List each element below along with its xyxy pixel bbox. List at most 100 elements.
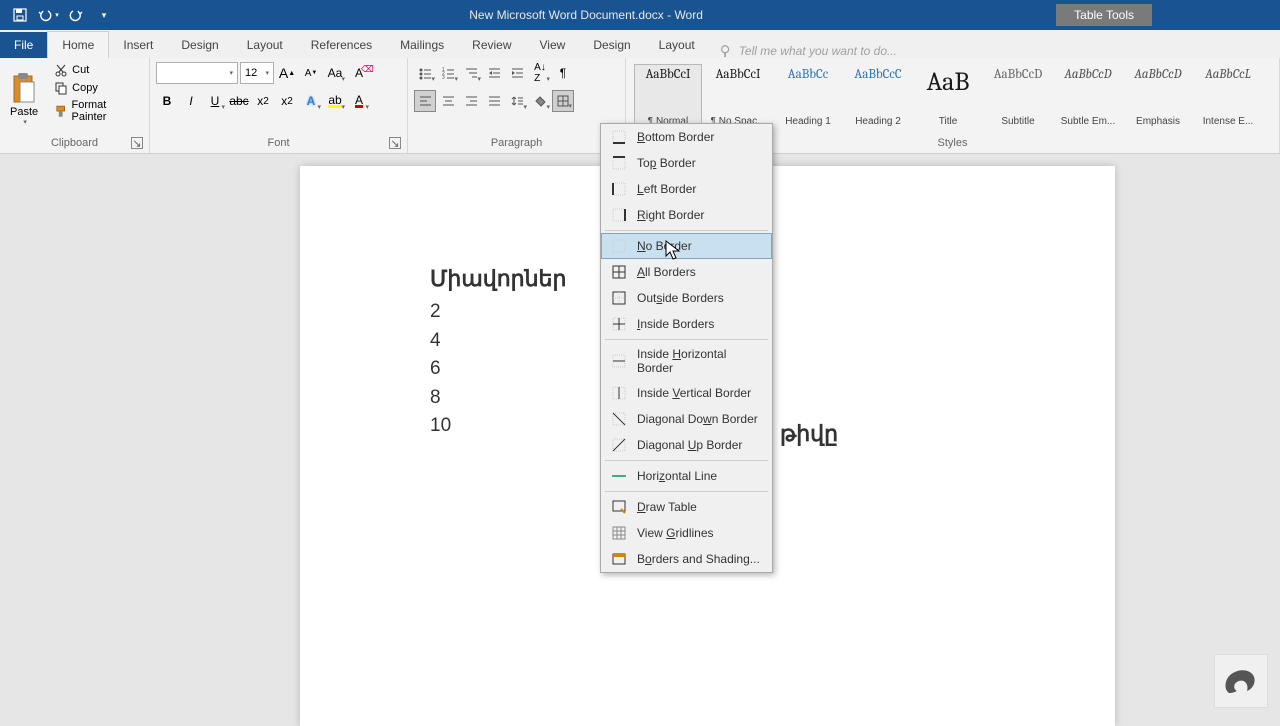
decrease-indent-icon[interactable] <box>483 62 505 84</box>
line-spacing-icon[interactable] <box>506 90 528 112</box>
subscript-icon[interactable]: x2 <box>252 90 274 112</box>
menu-item-label: Draw Table <box>637 500 697 514</box>
increase-indent-icon[interactable] <box>506 62 528 84</box>
highlight-color-icon[interactable]: ab <box>324 90 346 112</box>
menu-separator <box>605 230 768 231</box>
tab-references[interactable]: References <box>297 32 386 58</box>
menu-item-label: Top Border <box>637 156 696 170</box>
style-item[interactable]: AaBbCcL Intense E... <box>1194 64 1262 130</box>
tab-review[interactable]: Review <box>458 32 525 58</box>
borders-menu-item[interactable]: Inside Horizontal Border <box>601 342 772 380</box>
tell-me-search[interactable]: Tell me what you want to do... <box>709 44 1280 58</box>
style-item[interactable]: AaBbCcCHeading 2 <box>844 64 912 130</box>
italic-icon[interactable]: I <box>180 90 202 112</box>
clipboard-group-label: Clipboard <box>51 137 98 149</box>
sort-icon[interactable]: A↓Z <box>529 62 551 84</box>
style-item[interactable]: AaBbCcHeading 1 <box>774 64 842 130</box>
borders-menu-item[interactable]: Bottom Border <box>601 124 772 150</box>
strikethrough-icon[interactable]: abc <box>228 90 250 112</box>
align-left-icon[interactable] <box>414 90 436 112</box>
borders-menu-item[interactable]: Diagonal Up Border <box>601 432 772 458</box>
table-header-fragment[interactable]: թիվը <box>780 421 838 447</box>
tab-view[interactable]: View <box>526 32 580 58</box>
qat-customize-icon[interactable]: ▾ <box>92 3 116 27</box>
borders-menu-item[interactable]: All Borders <box>601 259 772 285</box>
redo-icon[interactable] <box>64 3 88 27</box>
style-item[interactable]: AaBTitle <box>914 64 982 130</box>
borders-menu-item[interactable]: View Gridlines <box>601 520 772 546</box>
font-size-combo[interactable]: 12▾ <box>240 62 274 84</box>
borders-split-button[interactable] <box>552 90 574 112</box>
style-item[interactable]: AaBbCcDSubtitle <box>984 64 1052 130</box>
menu-separator <box>605 460 768 461</box>
tab-layout[interactable]: Layout <box>233 32 297 58</box>
cut-button[interactable]: Cut <box>52 62 143 78</box>
styles-group-label: Styles <box>938 137 968 149</box>
style-item[interactable]: AaBbCcI¶ Normal <box>634 64 702 130</box>
ribbon-tabs: File Home Insert Design Layout Reference… <box>0 30 1280 58</box>
style-name: Intense E... <box>1203 116 1254 127</box>
borders-menu-item[interactable]: Left Border <box>601 176 772 202</box>
menu-item-label: No Border <box>637 239 692 253</box>
menu-item-label: Horizontal Line <box>637 469 717 483</box>
tab-file[interactable]: File <box>0 32 47 58</box>
numbering-icon[interactable]: 123 <box>437 62 459 84</box>
cut-label: Cut <box>72 64 89 76</box>
bold-icon[interactable]: B <box>156 90 178 112</box>
titlebar: ▾ ▾ New Microsoft Word Document.docx - W… <box>0 0 1280 30</box>
align-right-icon[interactable] <box>460 90 482 112</box>
copy-label: Copy <box>72 82 98 94</box>
paste-button[interactable]: Paste ▾ <box>10 72 38 126</box>
tab-design[interactable]: Design <box>167 32 232 58</box>
font-color-icon[interactable]: A <box>348 90 370 112</box>
style-preview: AaBbCcL <box>1205 67 1251 82</box>
border-none-icon <box>611 238 627 254</box>
borders-menu-item[interactable]: Diagonal Down Border <box>601 406 772 432</box>
align-center-icon[interactable] <box>437 90 459 112</box>
undo-icon[interactable]: ▾ <box>36 3 60 27</box>
tell-me-placeholder: Tell me what you want to do... <box>739 44 897 58</box>
clear-formatting-icon[interactable]: A⌫ <box>348 62 370 84</box>
borders-menu-item[interactable]: Top Border <box>601 150 772 176</box>
tab-home[interactable]: Home <box>47 31 109 58</box>
borders-menu-item[interactable]: Outside Borders <box>601 285 772 311</box>
bullets-icon[interactable] <box>414 62 436 84</box>
borders-menu-item[interactable]: Draw Table <box>601 494 772 520</box>
borders-menu-item[interactable]: Borders and Shading... <box>601 546 772 572</box>
style-name: Subtitle <box>1001 116 1034 127</box>
copy-button[interactable]: Copy <box>52 80 143 96</box>
shrink-font-icon[interactable]: A▼ <box>300 62 322 84</box>
shading-icon[interactable] <box>529 90 551 112</box>
clipboard-dialog-launcher-icon[interactable]: ↘ <box>131 137 143 149</box>
justify-icon[interactable] <box>483 90 505 112</box>
underline-icon[interactable]: U <box>204 90 226 112</box>
tab-table-layout[interactable]: Layout <box>645 32 709 58</box>
font-dialog-launcher-icon[interactable]: ↘ <box>389 137 401 149</box>
tab-mailings[interactable]: Mailings <box>386 32 458 58</box>
format-painter-button[interactable]: Format Painter <box>52 98 143 124</box>
borders-menu-item[interactable]: Right Border <box>601 202 772 228</box>
borders-menu-item[interactable]: No Border <box>601 233 772 259</box>
font-name-combo[interactable]: ▾ <box>156 62 238 84</box>
menu-item-label: Left Border <box>637 182 696 196</box>
superscript-icon[interactable]: x2 <box>276 90 298 112</box>
borders-menu-item[interactable]: Inside Borders <box>601 311 772 337</box>
tab-insert[interactable]: Insert <box>109 32 167 58</box>
grow-font-icon[interactable]: A▲ <box>276 62 298 84</box>
style-name: Heading 2 <box>855 116 901 127</box>
borders-menu-item[interactable]: Inside Vertical Border <box>601 380 772 406</box>
text-effects-icon[interactable]: A <box>300 90 322 112</box>
borders-menu-item[interactable]: Horizontal Line <box>601 463 772 489</box>
save-icon[interactable] <box>8 3 32 27</box>
tab-table-design[interactable]: Design <box>579 32 644 58</box>
style-item[interactable]: AaBbCcDSubtle Em... <box>1054 64 1122 130</box>
border-all-icon <box>611 264 627 280</box>
show-marks-icon[interactable]: ¶ <box>552 62 574 84</box>
style-item[interactable]: AaBbCcI¶ No Spac... <box>704 64 772 130</box>
border-inside-icon <box>611 316 627 332</box>
quick-access-toolbar: ▾ ▾ <box>8 3 116 27</box>
change-case-icon[interactable]: Aa <box>324 62 346 84</box>
style-item[interactable]: AaBbCcDEmphasis <box>1124 64 1192 130</box>
menu-separator <box>605 491 768 492</box>
multilevel-list-icon[interactable] <box>460 62 482 84</box>
